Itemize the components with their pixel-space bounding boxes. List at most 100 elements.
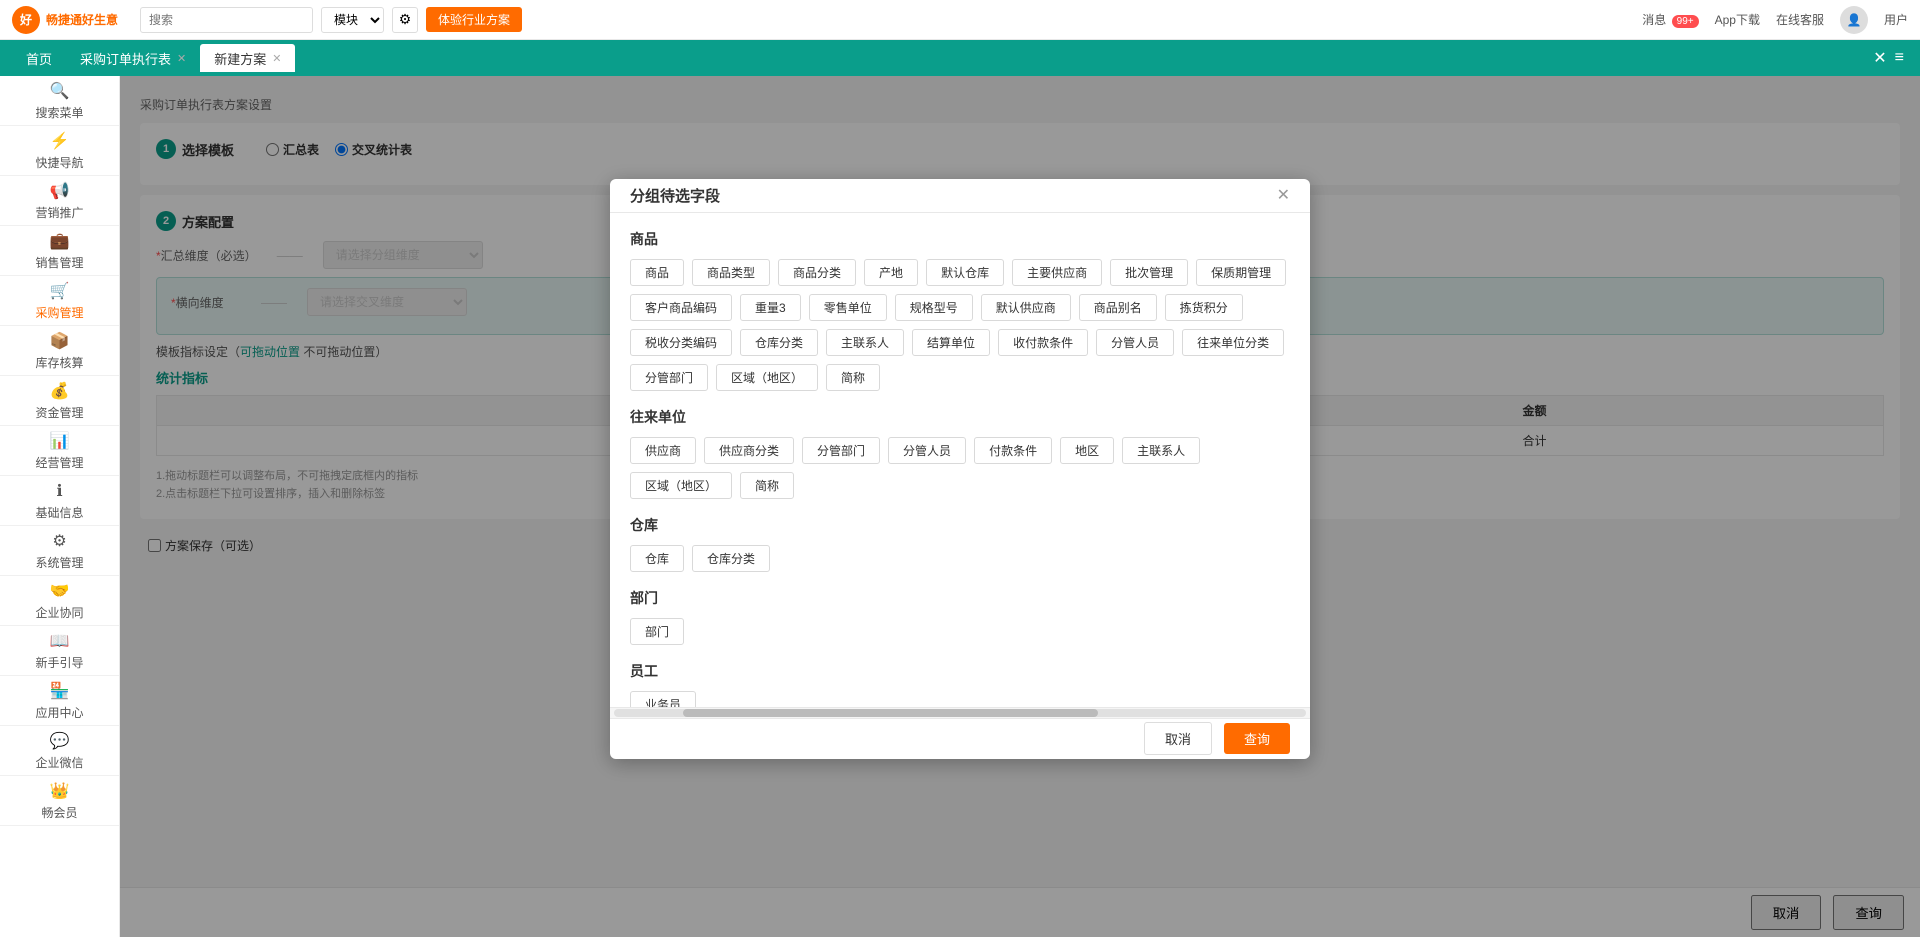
- warehouse-field-tags: 仓库 仓库分类: [630, 545, 1290, 572]
- sidebar-item-inventory-label: 库存核算: [35, 354, 83, 371]
- field-tag[interactable]: 拣货积分: [1165, 294, 1243, 321]
- gear-button[interactable]: ⚙: [392, 7, 418, 33]
- field-tag[interactable]: 区域（地区）: [630, 472, 732, 499]
- sidebar-item-marketing[interactable]: 📢 营销推广: [0, 176, 119, 226]
- field-tag[interactable]: 产地: [864, 259, 918, 286]
- field-tag[interactable]: 付款条件: [974, 437, 1052, 464]
- app-download-btn[interactable]: App下载: [1715, 11, 1760, 28]
- sidebar-item-search[interactable]: 🔍 搜索菜单: [0, 76, 119, 126]
- tab-home[interactable]: 首页: [12, 44, 66, 72]
- field-tag[interactable]: 商品: [630, 259, 684, 286]
- online-service-btn[interactable]: 在线客服: [1776, 11, 1824, 28]
- tabs-close-all-button[interactable]: ✕: [1873, 48, 1886, 68]
- app-icon: 🏪: [50, 681, 70, 701]
- finance-icon: 💰: [50, 381, 70, 401]
- hscroll-track: [614, 709, 1306, 717]
- field-tag[interactable]: 分管部门: [630, 364, 708, 391]
- modal-hscrollbar[interactable]: [610, 707, 1310, 718]
- product-field-tags: 商品 商品类型 商品分类 产地 默认仓库 主要供应商 批次管理 保质期管理 客户…: [630, 259, 1290, 391]
- sidebar-item-collab[interactable]: 🤝 企业协同: [0, 576, 119, 626]
- marketing-icon: 📢: [50, 181, 70, 201]
- tabs-menu-button[interactable]: ≡: [1895, 49, 1904, 67]
- modal-footer: 取消 查询: [610, 718, 1310, 759]
- search-icon: 🔍: [50, 81, 70, 101]
- field-tag[interactable]: 分管人员: [1096, 329, 1174, 356]
- section-partner: 往来单位 供应商 供应商分类 分管部门 分管人员 付款条件 地区 主联系人 区域…: [630, 407, 1290, 499]
- field-tag[interactable]: 结算单位: [912, 329, 990, 356]
- field-tag[interactable]: 仓库分类: [692, 545, 770, 572]
- field-tag[interactable]: 分管人员: [888, 437, 966, 464]
- sidebar-item-guide[interactable]: 📖 新手引导: [0, 626, 119, 676]
- sidebar-item-app-label: 应用中心: [35, 704, 83, 721]
- section-department: 部门 部门: [630, 588, 1290, 645]
- modal-body[interactable]: 商品 商品 商品类型 商品分类 产地 默认仓库 主要供应商 批次管理 保质期管理…: [610, 213, 1310, 707]
- field-tag[interactable]: 商品别名: [1079, 294, 1157, 321]
- notification-btn[interactable]: 消息 99+: [1642, 11, 1698, 28]
- sidebar-item-sales[interactable]: 💼 销售管理: [0, 226, 119, 276]
- sidebar-item-wechat[interactable]: 💬 企业微信: [0, 726, 119, 776]
- field-tag[interactable]: 商品类型: [692, 259, 770, 286]
- sidebar-item-basic[interactable]: ℹ 基础信息: [0, 476, 119, 526]
- field-tag[interactable]: 仓库: [630, 545, 684, 572]
- sidebar-item-search-label: 搜索菜单: [35, 104, 83, 121]
- confirm-button[interactable]: 查询: [1224, 723, 1290, 754]
- search-input[interactable]: [140, 7, 313, 33]
- field-tag[interactable]: 往来单位分类: [1182, 329, 1284, 356]
- avatar[interactable]: 👤: [1840, 6, 1868, 34]
- field-tag[interactable]: 供应商分类: [704, 437, 794, 464]
- field-tag[interactable]: 零售单位: [809, 294, 887, 321]
- sidebar-item-app[interactable]: 🏪 应用中心: [0, 676, 119, 726]
- field-tag[interactable]: 批次管理: [1110, 259, 1188, 286]
- field-tag[interactable]: 商品分类: [778, 259, 856, 286]
- section-partner-title: 往来单位: [630, 407, 1290, 427]
- field-tag[interactable]: 业务员: [630, 691, 696, 707]
- trial-button[interactable]: 体验行业方案: [426, 7, 522, 32]
- field-tag[interactable]: 简称: [826, 364, 880, 391]
- sidebar-item-wechat-label: 企业微信: [35, 754, 83, 771]
- sidebar-item-guide-label: 新手引导: [35, 654, 83, 671]
- field-tag[interactable]: 默认供应商: [981, 294, 1071, 321]
- header-right: 消息 99+ App下载 在线客服 👤 用户: [1642, 6, 1908, 34]
- sidebar-item-purchase[interactable]: 🛒 采购管理: [0, 276, 119, 326]
- modal-title: 分组待选字段: [630, 185, 720, 206]
- top-header: 好 畅捷通好生意 模块 ⚙ 体验行业方案 消息 99+ App下载 在线客服 👤…: [0, 0, 1920, 40]
- tab-purchase-close-icon[interactable]: ✕: [177, 52, 186, 65]
- tab-new-plan-close-icon[interactable]: ✕: [272, 52, 281, 65]
- field-tag[interactable]: 仓库分类: [740, 329, 818, 356]
- field-tag[interactable]: 部门: [630, 618, 684, 645]
- field-tag[interactable]: 主联系人: [1122, 437, 1200, 464]
- field-tag[interactable]: 供应商: [630, 437, 696, 464]
- tab-purchase-list[interactable]: 采购订单执行表 ✕: [66, 44, 200, 72]
- sidebar-item-marketing-label: 营销推广: [35, 204, 83, 221]
- sales-icon: 💼: [50, 231, 70, 251]
- field-tag[interactable]: 主要供应商: [1012, 259, 1102, 286]
- section-warehouse-title: 仓库: [630, 515, 1290, 535]
- employee-field-tags: 业务员: [630, 691, 1290, 707]
- sidebar-item-quick[interactable]: ⚡ 快捷导航: [0, 126, 119, 176]
- field-tag[interactable]: 重量3: [740, 294, 801, 321]
- field-tag[interactable]: 区域（地区）: [716, 364, 818, 391]
- sidebar-item-finance[interactable]: 💰 资金管理: [0, 376, 119, 426]
- sidebar-item-inventory[interactable]: 📦 库存核算: [0, 326, 119, 376]
- sidebar-item-vip[interactable]: 👑 畅会员: [0, 776, 119, 826]
- field-tag[interactable]: 分管部门: [802, 437, 880, 464]
- wechat-icon: 💬: [50, 731, 70, 751]
- cancel-button[interactable]: 取消: [1144, 722, 1212, 755]
- field-tag[interactable]: 主联系人: [826, 329, 904, 356]
- field-tag[interactable]: 简称: [740, 472, 794, 499]
- sidebar-item-operations-label: 经营管理: [35, 454, 83, 471]
- field-tag[interactable]: 地区: [1060, 437, 1114, 464]
- field-tag[interactable]: 收付款条件: [998, 329, 1088, 356]
- modal-close-button[interactable]: ✕: [1277, 185, 1290, 205]
- field-tag[interactable]: 税收分类编码: [630, 329, 732, 356]
- sidebar-item-operations[interactable]: 📊 经营管理: [0, 426, 119, 476]
- tab-new-plan[interactable]: 新建方案 ✕: [200, 44, 295, 72]
- field-tag[interactable]: 默认仓库: [926, 259, 1004, 286]
- field-tag[interactable]: 规格型号: [895, 294, 973, 321]
- module-dropdown[interactable]: 模块: [321, 7, 384, 33]
- sidebar-item-system[interactable]: ⚙ 系统管理: [0, 526, 119, 576]
- sidebar-item-vip-label: 畅会员: [41, 804, 77, 821]
- hscroll-thumb[interactable]: [683, 709, 1098, 717]
- field-tag[interactable]: 客户商品编码: [630, 294, 732, 321]
- field-tag[interactable]: 保质期管理: [1196, 259, 1286, 286]
